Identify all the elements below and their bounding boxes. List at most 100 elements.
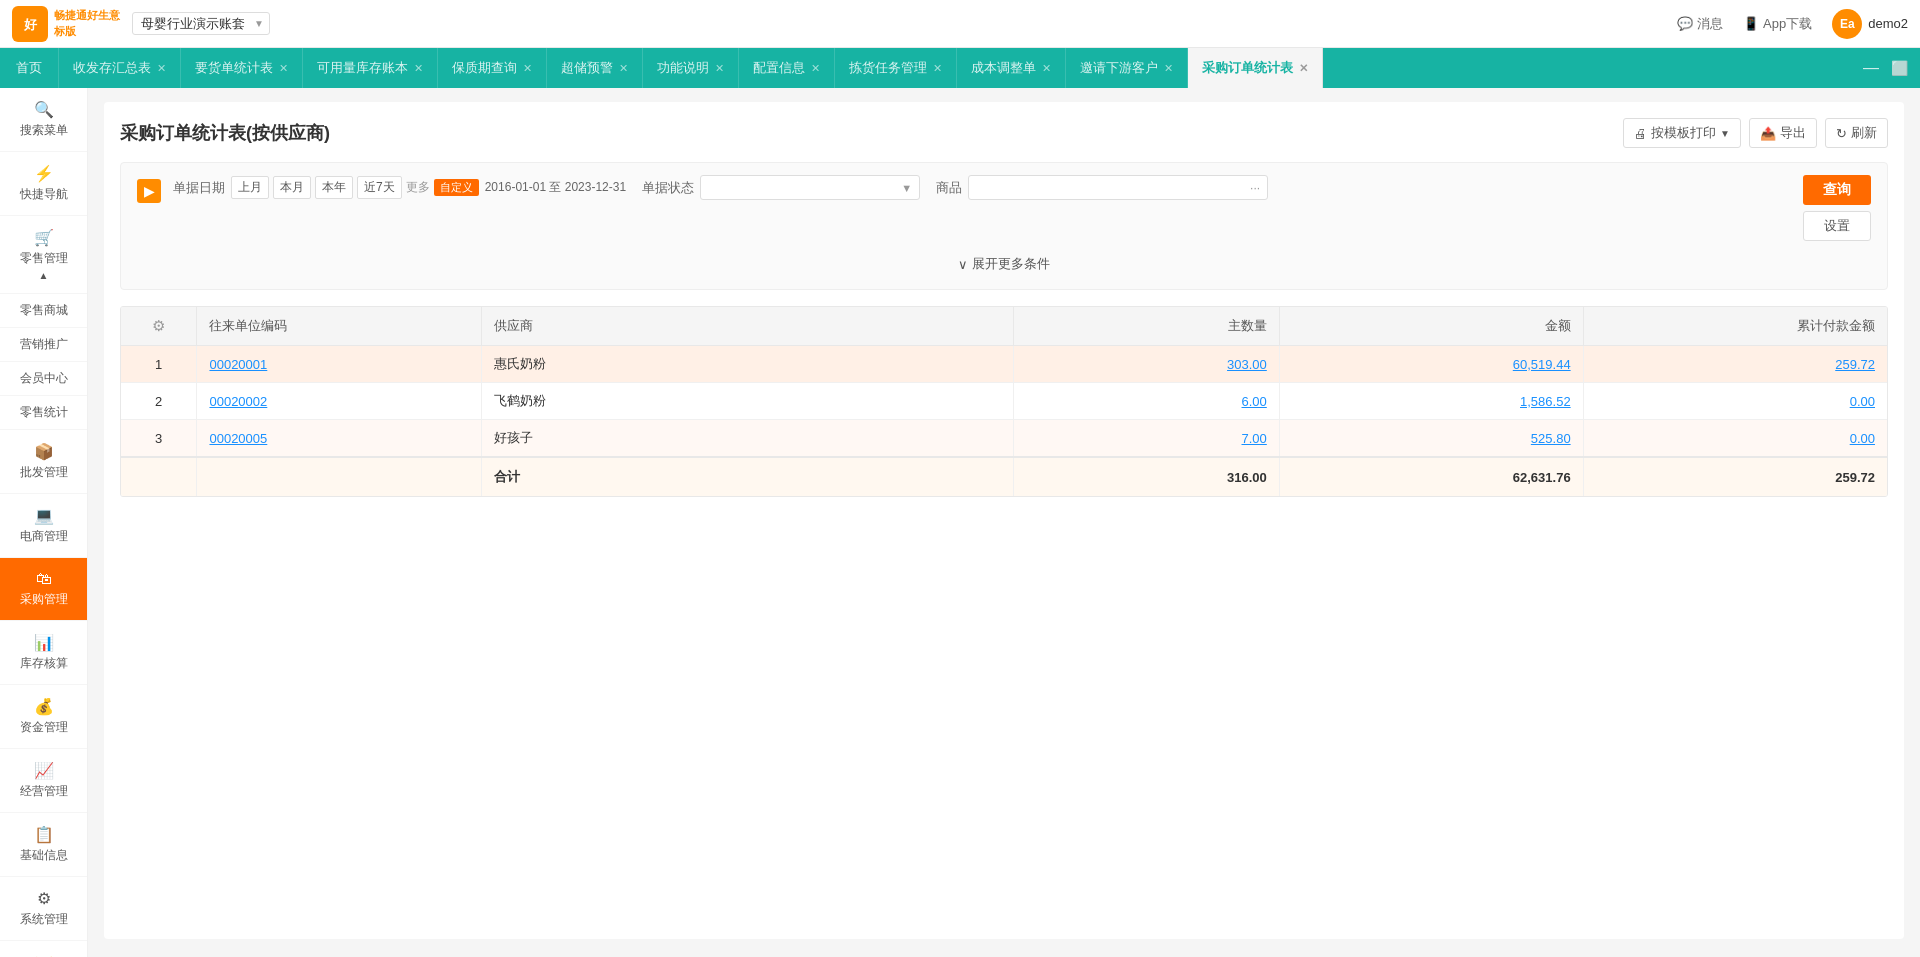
refresh-icon: ↻: [1836, 126, 1847, 141]
sidebar-item-search[interactable]: 🔍 搜索菜单: [0, 88, 87, 152]
expand-more-area: ∨ 展开更多条件: [137, 251, 1871, 277]
sidebar-item-quicknav[interactable]: ⚡ 快捷导航: [0, 152, 87, 216]
sidebar-item-enterprise[interactable]: 🤝 企业协同: [0, 941, 87, 957]
date-this-month-btn[interactable]: 本月: [273, 176, 311, 199]
col-qty-header: 主数量: [1013, 307, 1279, 346]
footer-label: [197, 457, 482, 496]
page-title: 采购订单统计表(按供应商): [120, 121, 330, 145]
goods-input[interactable]: [968, 175, 1268, 200]
tab-invite[interactable]: 邀请下游客户 ✕: [1066, 48, 1188, 88]
footer-total-qty: 316.00: [1013, 457, 1279, 496]
table-row[interactable]: 2 00020002 飞鹤奶粉 6.00 1,586.52: [121, 383, 1887, 420]
refresh-btn[interactable]: ↻ 刷新: [1825, 118, 1888, 148]
close-icon[interactable]: ✕: [414, 62, 423, 75]
close-icon[interactable]: ✕: [933, 62, 942, 75]
tab-inventory-ledger[interactable]: 可用量库存账本 ✕: [303, 48, 438, 88]
close-icon[interactable]: ✕: [619, 62, 628, 75]
sidebar-item-finance[interactable]: 💰 资金管理: [0, 685, 87, 749]
tab-purchase-stats[interactable]: 采购订单统计表 ✕: [1188, 48, 1323, 88]
nav-maximize-btn[interactable]: ⬜: [1887, 56, 1912, 80]
user-area[interactable]: Ea demo2: [1832, 9, 1908, 39]
shopping-icon: 🛍: [36, 570, 52, 588]
nav-right-buttons: — ⬜: [1859, 55, 1920, 81]
sidebar-subitem-retail-stats[interactable]: 零售统计: [0, 396, 87, 430]
row-seq: 3: [121, 420, 197, 458]
lightning-icon: ⚡: [34, 164, 54, 183]
app-download-btn[interactable]: 📱 App下载: [1743, 15, 1812, 33]
date-range-display: 2016-01-01 至 2023-12-31: [485, 179, 626, 196]
nav-minimize-btn[interactable]: —: [1859, 55, 1883, 81]
sidebar-item-purchase[interactable]: 🛍 采购管理: [0, 558, 87, 621]
date-this-year-btn[interactable]: 本年: [315, 176, 353, 199]
sidebar-item-inventory[interactable]: 📊 库存核算: [0, 621, 87, 685]
tab-config[interactable]: 配置信息 ✕: [739, 48, 835, 88]
tab-overstock[interactable]: 超储预警 ✕: [547, 48, 643, 88]
row-amount: 60,519.44: [1279, 346, 1583, 383]
close-icon[interactable]: ✕: [1042, 62, 1051, 75]
footer-total-paid: 259.72: [1583, 457, 1887, 496]
tab-cost-adjust[interactable]: 成本调整单 ✕: [957, 48, 1066, 88]
status-select[interactable]: [700, 175, 920, 200]
close-icon[interactable]: ✕: [157, 62, 166, 75]
row-code: 00020002: [197, 383, 482, 420]
setting-btn[interactable]: 设置: [1803, 211, 1871, 241]
breadcrumb-wrapper[interactable]: 母婴行业演示账套 ▼: [132, 12, 270, 35]
tab-picking[interactable]: 拣货任务管理 ✕: [835, 48, 957, 88]
tab-order-stats[interactable]: 要货单统计表 ✕: [181, 48, 303, 88]
row-paid: 0.00: [1583, 383, 1887, 420]
main-content: 采购订单统计表(按供应商) 🖨 按模板打印 ▼ 📤 导出 ↻ 刷新: [88, 88, 1920, 957]
date-7days-btn[interactable]: 近7天: [357, 176, 402, 199]
close-icon[interactable]: ✕: [1164, 62, 1173, 75]
table-row[interactable]: 3 00020005 好孩子 7.00 525.80: [121, 420, 1887, 458]
tab-home[interactable]: 首页: [0, 48, 59, 88]
sidebar-item-operations[interactable]: 📈 经营管理: [0, 749, 87, 813]
sidebar-item-retail[interactable]: 🛒 零售管理 ▲: [0, 216, 87, 294]
print-btn[interactable]: 🖨 按模板打印 ▼: [1623, 118, 1741, 148]
col-supplier-header: 供应商: [482, 307, 1014, 346]
row-supplier: 飞鹤奶粉: [482, 383, 1014, 420]
row-qty: 6.00: [1013, 383, 1279, 420]
filter-toggle-btn[interactable]: ▶: [137, 179, 161, 203]
export-icon: 📤: [1760, 126, 1776, 141]
close-icon[interactable]: ✕: [715, 62, 724, 75]
settings-gear-icon[interactable]: ⚙: [152, 317, 165, 334]
printer-icon: 🖨: [1634, 126, 1647, 141]
date-more-text[interactable]: 更多: [406, 179, 430, 196]
tab-collection-summary[interactable]: 收发存汇总表 ✕: [59, 48, 181, 88]
goods-label: 商品: [936, 179, 962, 197]
close-icon[interactable]: ✕: [1299, 62, 1308, 75]
goods-more-icon[interactable]: ···: [1250, 181, 1260, 195]
row-paid: 0.00: [1583, 420, 1887, 458]
breadcrumb-select[interactable]: 母婴行业演示账套: [132, 12, 270, 35]
export-btn[interactable]: 📤 导出: [1749, 118, 1817, 148]
filter-main-row: ▶ 单据日期 上月 本月 本年 近7天 更多 自定义: [137, 175, 1871, 241]
table-container: ⚙ 往来单位编码 供应商 主数量 金额 累计付款金额 1: [120, 306, 1888, 497]
date-last-month-btn[interactable]: 上月: [231, 176, 269, 199]
message-icon: 💬: [1677, 16, 1693, 31]
username-label: demo2: [1868, 16, 1908, 31]
goods-filter: 商品 ···: [936, 175, 1268, 200]
message-btn[interactable]: 💬 消息: [1677, 15, 1723, 33]
expand-more-btn[interactable]: ∨ 展开更多条件: [950, 251, 1058, 277]
gear-icon: ⚙: [37, 889, 51, 908]
white-panel: 采购订单统计表(按供应商) 🖨 按模板打印 ▼ 📤 导出 ↻ 刷新: [104, 102, 1904, 939]
sidebar-item-wholesale[interactable]: 📦 批发管理: [0, 430, 87, 494]
tab-functions[interactable]: 功能说明 ✕: [643, 48, 739, 88]
sidebar-item-system[interactable]: ⚙ 系统管理: [0, 877, 87, 941]
sidebar-subitem-mall[interactable]: 零售商城: [0, 294, 87, 328]
sidebar-subitem-marketing[interactable]: 营销推广: [0, 328, 87, 362]
table-row[interactable]: 1 00020001 惠氏奶粉 303.00 60,519.44: [121, 346, 1887, 383]
close-icon[interactable]: ✕: [523, 62, 532, 75]
close-icon[interactable]: ✕: [279, 62, 288, 75]
sidebar-item-basic[interactable]: 📋 基础信息: [0, 813, 87, 877]
footer-total-amount: 62,631.76: [1279, 457, 1583, 496]
row-qty: 7.00: [1013, 420, 1279, 458]
col-code-header: 往来单位编码: [197, 307, 482, 346]
row-code: 00020005: [197, 420, 482, 458]
sidebar-item-ecommerce[interactable]: 💻 电商管理: [0, 494, 87, 558]
topbar-right: 💬 消息 📱 App下载 Ea demo2: [1677, 9, 1908, 39]
tab-expiry[interactable]: 保质期查询 ✕: [438, 48, 547, 88]
query-btn[interactable]: 查询: [1803, 175, 1871, 205]
close-icon[interactable]: ✕: [811, 62, 820, 75]
sidebar-subitem-member[interactable]: 会员中心: [0, 362, 87, 396]
